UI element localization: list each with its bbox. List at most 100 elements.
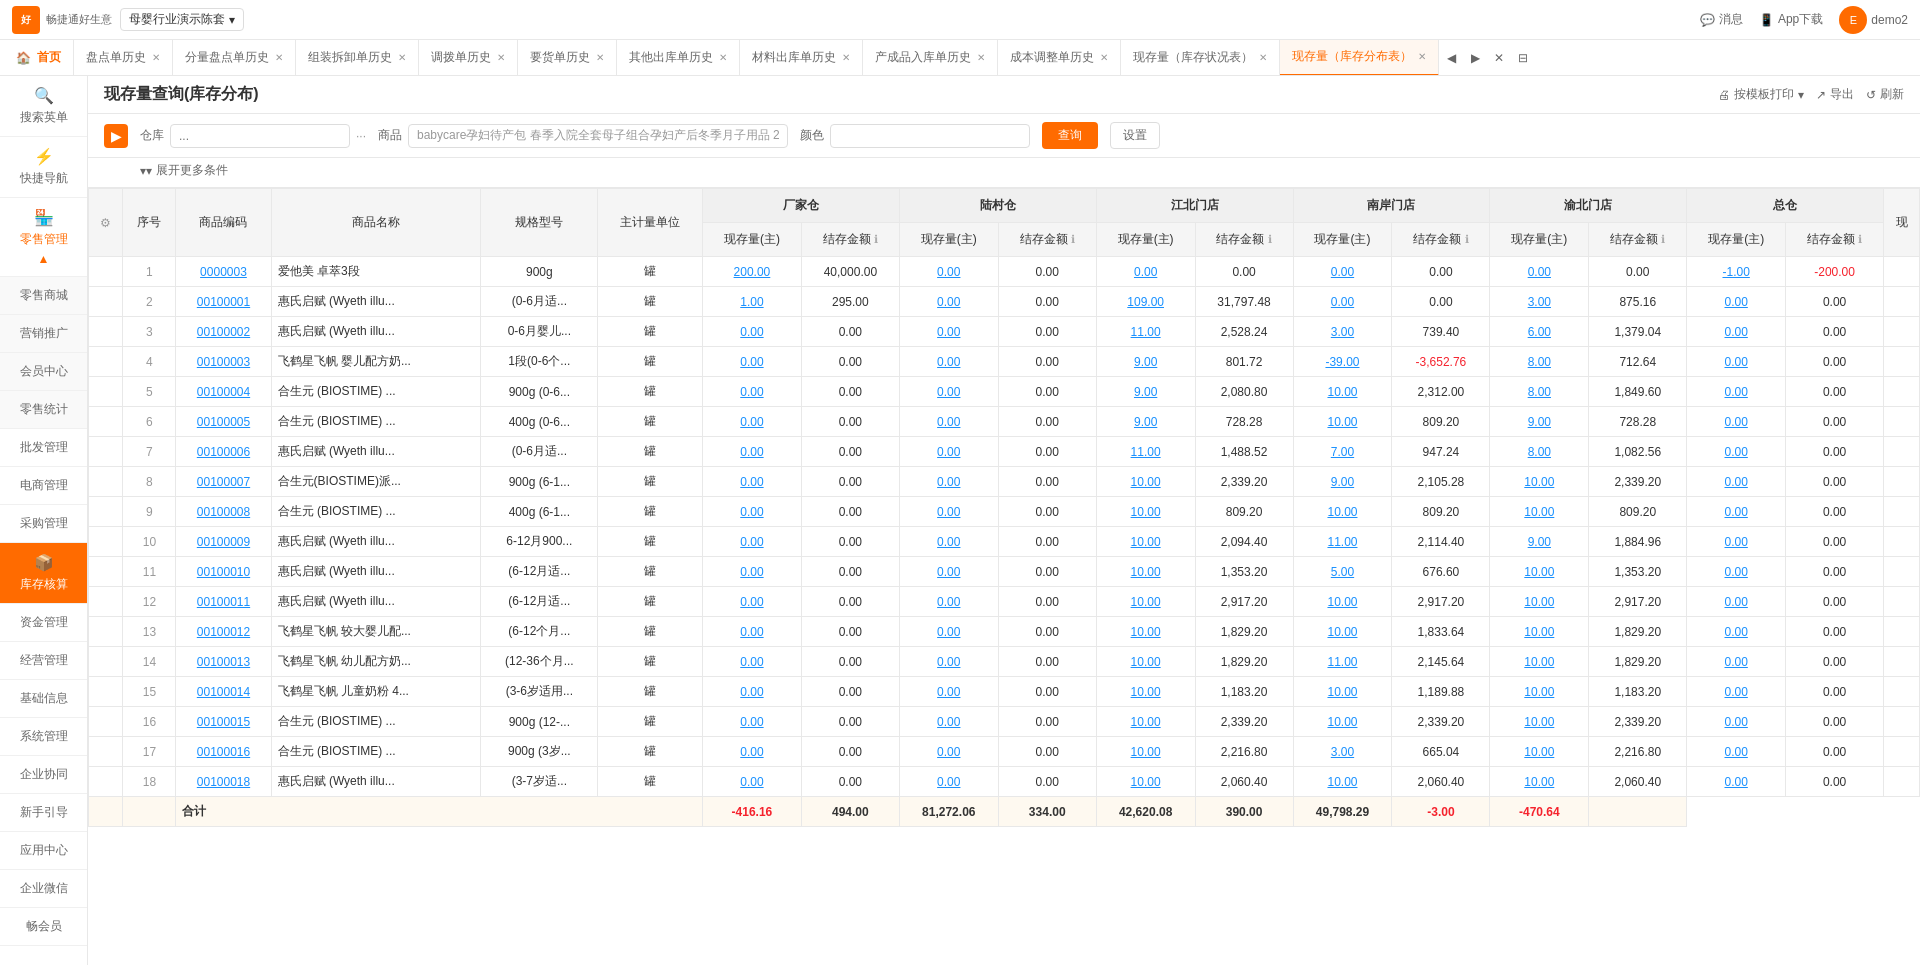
table-cell[interactable]: 1.00 [703,287,802,317]
sidebar-item-ecommerce[interactable]: 电商管理 [0,467,87,505]
table-cell[interactable]: 0.00 [899,347,998,377]
table-cell[interactable]: 11.00 [1293,527,1392,557]
tab-material-out-close[interactable]: ✕ [842,52,850,63]
table-cell[interactable]: 00100014 [176,677,271,707]
sidebar-item-new-guide[interactable]: 新手引导 [0,794,87,832]
tab-other-out-close[interactable]: ✕ [719,52,727,63]
table-cell[interactable]: 8.00 [1490,377,1589,407]
sidebar-item-enterprise-wx[interactable]: 企业微信 [0,870,87,908]
table-cell[interactable]: 0.00 [899,467,998,497]
table-cell[interactable]: 0.00 [703,407,802,437]
table-cell[interactable]: 00100006 [176,437,271,467]
table-cell[interactable]: 3.00 [1293,737,1392,767]
table-cell[interactable]: 10.00 [1096,587,1195,617]
table-cell[interactable]: 0.00 [703,527,802,557]
table-cell[interactable]: 0.00 [1687,347,1786,377]
refresh-btn[interactable]: ↺ 刷新 [1866,86,1904,103]
table-cell[interactable]: 10.00 [1096,497,1195,527]
table-cell[interactable]: 0.00 [899,407,998,437]
table-cell[interactable]: 0.00 [899,677,998,707]
warehouse-input[interactable] [170,124,350,148]
table-cell[interactable]: 00100009 [176,527,271,557]
table-cell[interactable]: -39.00 [1293,347,1392,377]
table-cell[interactable]: 0.00 [899,767,998,797]
tab-transfer-close[interactable]: ✕ [497,52,505,63]
tab-product-in[interactable]: 产成品入库单历史 ✕ [863,40,998,76]
table-cell[interactable]: 9.00 [1490,527,1589,557]
table-cell[interactable]: 109.00 [1096,287,1195,317]
table-cell[interactable]: 10.00 [1490,647,1589,677]
table-cell[interactable]: 11.00 [1293,647,1392,677]
table-cell[interactable]: -1.00 [1687,257,1786,287]
table-cell[interactable]: 0.00 [1687,377,1786,407]
table-cell[interactable]: 0.00 [703,707,802,737]
table-cell[interactable]: 0.00 [1687,737,1786,767]
tab-cost-adjust[interactable]: 成本调整单历史 ✕ [998,40,1121,76]
table-cell[interactable]: 0.00 [899,587,998,617]
table-cell[interactable]: 10.00 [1096,737,1195,767]
table-cell[interactable]: 0.00 [703,497,802,527]
table-container[interactable]: ⚙ 序号 商品编码 商品名称 规格型号 主计量单位 厂家仓 陆村仓 江北门店 南… [88,188,1920,965]
table-cell[interactable]: 0.00 [703,677,802,707]
table-cell[interactable]: 9.00 [1293,467,1392,497]
table-cell[interactable]: 6.00 [1490,317,1589,347]
table-cell[interactable]: 10.00 [1490,767,1589,797]
sidebar-item-retail-stats[interactable]: 零售统计 [0,391,87,429]
table-cell[interactable]: 8.00 [1490,347,1589,377]
sidebar-item-procurement[interactable]: 采购管理 [0,505,87,543]
table-cell[interactable]: 0.00 [1293,287,1392,317]
tab-prev-btn[interactable]: ◀ [1439,40,1463,76]
tab-close-all-btn[interactable]: ✕ [1487,40,1511,76]
tab-disassemble[interactable]: 组装拆卸单历史 ✕ [296,40,419,76]
table-cell[interactable]: 00100002 [176,317,271,347]
table-cell[interactable]: 0.00 [1490,257,1589,287]
table-cell[interactable]: 0.00 [899,557,998,587]
sidebar-item-enterprise[interactable]: 企业协同 [0,756,87,794]
sidebar-item-basic-info[interactable]: 基础信息 [0,680,87,718]
tab-purchase[interactable]: 要货单历史 ✕ [518,40,617,76]
table-cell[interactable]: 0.00 [1687,587,1786,617]
sidebar-item-member[interactable]: 会员中心 [0,353,87,391]
table-cell[interactable]: 10.00 [1096,557,1195,587]
table-cell[interactable]: 0.00 [1687,437,1786,467]
table-cell[interactable]: 0.00 [1687,677,1786,707]
message-btn[interactable]: 💬 消息 [1700,11,1743,28]
table-cell[interactable]: 10.00 [1293,407,1392,437]
tab-other-out[interactable]: 其他出库单历史 ✕ [617,40,740,76]
table-cell[interactable]: 0.00 [703,767,802,797]
table-cell[interactable]: 0.00 [899,497,998,527]
table-cell[interactable]: 10.00 [1096,707,1195,737]
table-cell[interactable]: 10.00 [1293,617,1392,647]
table-cell[interactable]: 8.00 [1490,437,1589,467]
table-cell[interactable]: 0.00 [1096,257,1195,287]
table-cell[interactable]: 11.00 [1096,437,1195,467]
table-cell[interactable]: 00100005 [176,407,271,437]
tab-category-count[interactable]: 分量盘点单历史 ✕ [173,40,296,76]
table-cell[interactable]: 10.00 [1096,677,1195,707]
store-selector[interactable]: 母婴行业演示陈套 ▾ [120,8,244,31]
table-cell[interactable]: 3.00 [1490,287,1589,317]
sidebar-item-operations[interactable]: 经营管理 [0,642,87,680]
sidebar-item-retail-mgmt[interactable]: 🏪 零售管理 ▲ [0,198,87,277]
print-btn[interactable]: 🖨 按模板打印 ▾ [1718,86,1804,103]
table-cell[interactable]: 10.00 [1096,647,1195,677]
tab-menu-btn[interactable]: ⊟ [1511,40,1535,76]
tab-inventory-count-close[interactable]: ✕ [152,52,160,63]
table-cell[interactable]: 0.00 [1687,527,1786,557]
sidebar-item-inventory[interactable]: 📦 库存核算 [0,543,87,604]
tab-product-in-close[interactable]: ✕ [977,52,985,63]
tab-stock-dist-close[interactable]: ✕ [1418,51,1426,62]
table-cell[interactable]: 0.00 [1687,647,1786,677]
table-cell[interactable]: 10.00 [1490,737,1589,767]
table-cell[interactable]: 0.00 [703,317,802,347]
table-cell[interactable]: 0.00 [899,317,998,347]
table-cell[interactable]: 0.00 [899,707,998,737]
table-cell[interactable]: 10.00 [1293,377,1392,407]
table-cell[interactable]: 0.00 [899,527,998,557]
sidebar-item-shortcut[interactable]: ⚡ 快捷导航 [0,137,87,198]
table-cell[interactable]: 0.00 [1687,557,1786,587]
tab-disassemble-close[interactable]: ✕ [398,52,406,63]
col-gear[interactable]: ⚙ [89,189,123,257]
table-cell[interactable]: 0.00 [1687,407,1786,437]
tab-stock-status[interactable]: 现存量（库存状况表） ✕ [1121,40,1280,76]
